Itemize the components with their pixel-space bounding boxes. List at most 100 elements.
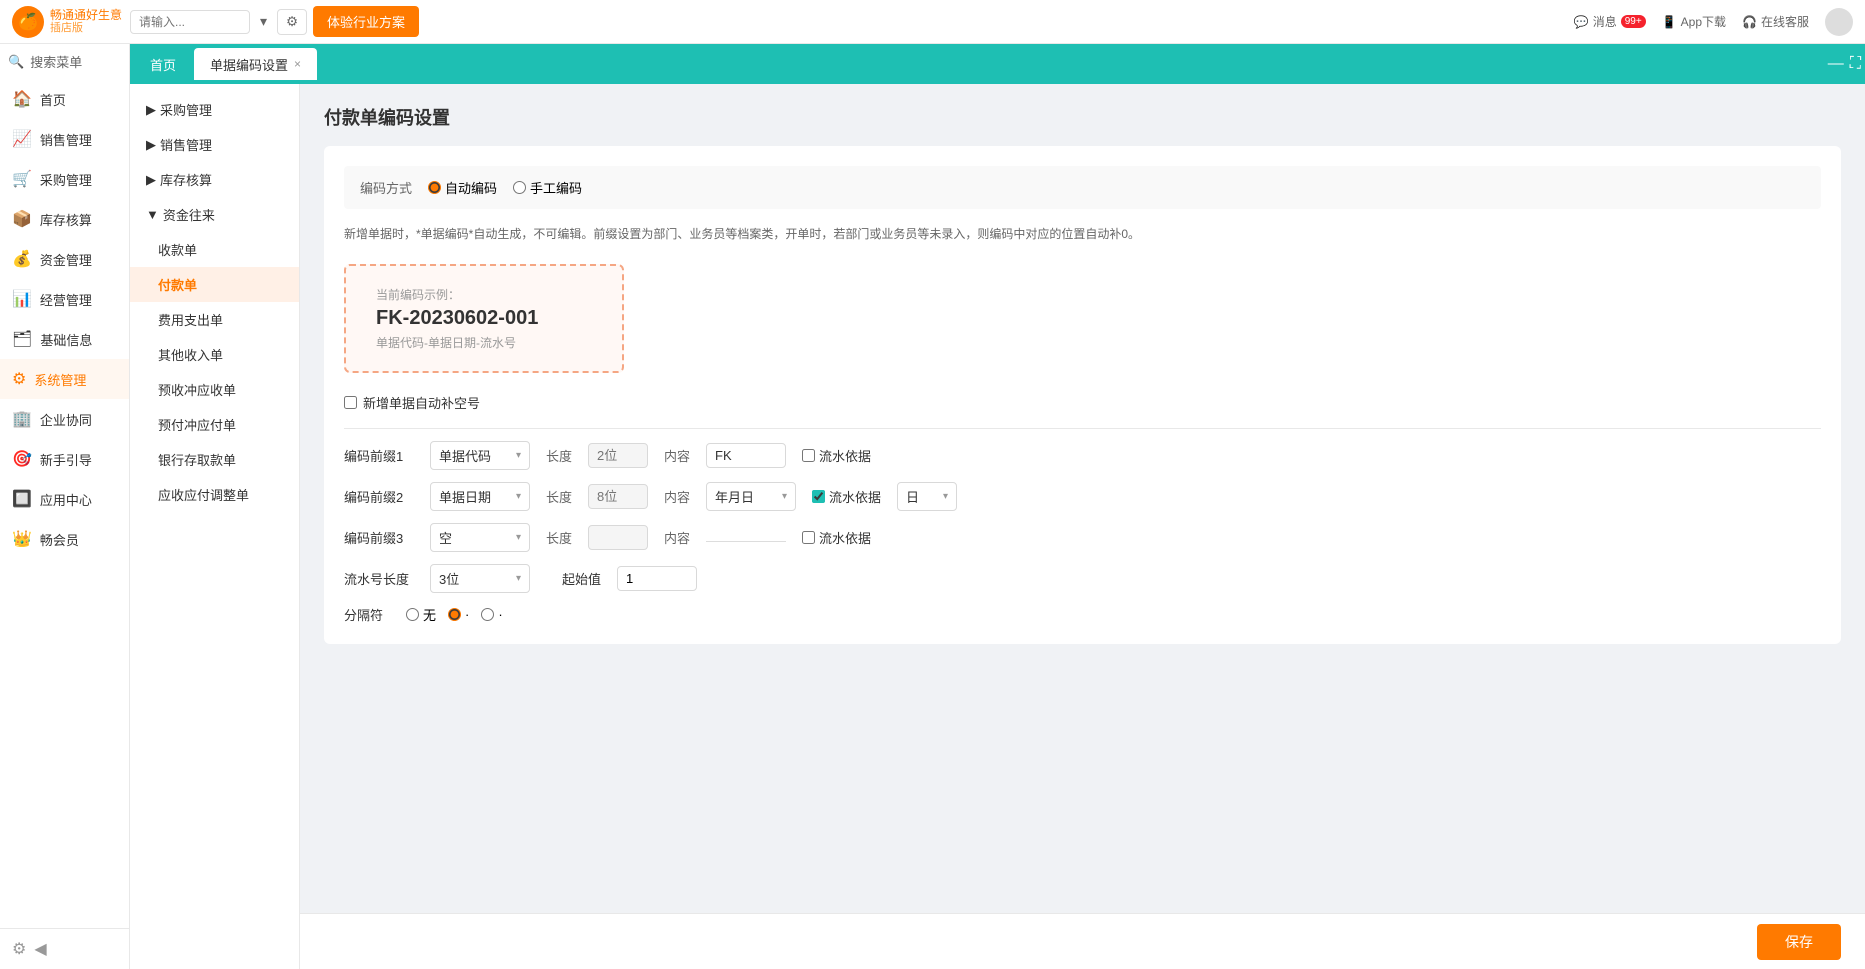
sub-nav-header-inventory[interactable]: ▶ 库存核算	[130, 162, 299, 197]
trial-btn[interactable]: 体验行业方案	[313, 6, 419, 37]
auto-fill-row[interactable]: 新增单据自动补空号	[344, 393, 1821, 412]
start-value-input[interactable]	[617, 566, 697, 591]
separator-dot-radio[interactable]	[481, 608, 494, 621]
prefix3-content-empty	[706, 533, 786, 542]
prefix3-select[interactable]: 空 ▾	[430, 523, 530, 552]
prefix1-serial-check[interactable]	[802, 449, 815, 462]
sidebar-item-apps[interactable]: 🔲 应用中心	[0, 479, 129, 519]
messages-badge: 99+	[1621, 15, 1646, 28]
encoding-method-row: 编码方式 自动编码 手工编码	[344, 166, 1821, 209]
prefix1-content-label: 内容	[664, 446, 690, 465]
sidebar-settings-btn[interactable]: ⚙	[12, 939, 26, 959]
tab-close-btn[interactable]: ×	[294, 57, 301, 71]
app-icon: 📱	[1662, 15, 1677, 29]
sidebar-bottom: ⚙ ◀	[0, 928, 129, 969]
tab-current[interactable]: 单据编码设置 ×	[194, 48, 317, 80]
sub-nav-payment[interactable]: 付款单	[130, 267, 299, 302]
sub-nav-prepay-payable[interactable]: 预付冲应付单	[130, 407, 299, 442]
serial-length-select[interactable]: 3位 ▾	[430, 564, 530, 593]
main-layout: 🔍 搜索菜单 🏠 首页 📈 销售管理 🛒 采购管理 📦 库存核算 💰 资金管理 …	[0, 44, 1865, 969]
prefix1-row: 编码前缀1 单据代码 ▾ 长度 内容 FK	[344, 441, 1821, 470]
prefix1-label: 编码前缀1	[344, 446, 414, 465]
serial-row: 流水号长度 3位 ▾ 起始值	[344, 564, 1821, 593]
operations-icon: 📊	[12, 289, 32, 309]
prefix2-serial-unit-select[interactable]: 日 ▾	[897, 482, 957, 511]
separator-dash-option[interactable]: ·	[448, 607, 469, 622]
logo-area: 🍊 畅通通好生意 插店版	[12, 6, 122, 38]
sub-sidebar: ▶ 采购管理 ▶ 销售管理 ▶ 库存核算	[130, 84, 300, 969]
notice-text: 新增单据时，*单据编码*自动生成，不可编辑。前缀设置为部门、业务员等档案类，开单…	[344, 225, 1821, 244]
sub-nav-adjust[interactable]: 应收应付调整单	[130, 477, 299, 512]
prefix2-unit-arrow-icon: ▾	[943, 491, 948, 502]
auto-encode-option[interactable]: 自动编码	[428, 178, 497, 197]
manual-encode-radio[interactable]	[513, 181, 526, 194]
separator-dash-radio[interactable]	[448, 608, 461, 621]
sidebar-collapse-btn[interactable]: ◀	[34, 939, 46, 959]
tab-minimize-btn[interactable]: —	[1828, 55, 1844, 73]
sub-nav-other-income[interactable]: 其他收入单	[130, 337, 299, 372]
separator-none-radio[interactable]	[406, 608, 419, 621]
user-avatar[interactable]	[1825, 8, 1853, 36]
separator-none-option[interactable]: 无	[406, 605, 436, 624]
sub-nav-header-purchase[interactable]: ▶ 采购管理	[130, 92, 299, 127]
prefix1-serial-checkbox[interactable]: 流水依据	[802, 446, 871, 465]
sidebar-item-inventory[interactable]: 📦 库存核算	[0, 199, 129, 239]
purchase-icon: 🛒	[12, 169, 32, 189]
sidebar: 🔍 搜索菜单 🏠 首页 📈 销售管理 🛒 采购管理 📦 库存核算 💰 资金管理 …	[0, 44, 130, 969]
settings-btn[interactable]: ⚙	[277, 9, 307, 35]
sidebar-search[interactable]: 🔍 搜索菜单	[0, 44, 129, 79]
sub-nav-expense[interactable]: 费用支出单	[130, 302, 299, 337]
search-input[interactable]	[130, 10, 250, 34]
sidebar-item-sales[interactable]: 📈 销售管理	[0, 119, 129, 159]
manual-encode-option[interactable]: 手工编码	[513, 178, 582, 197]
prefix1-arrow-icon: ▾	[516, 450, 521, 461]
prefix3-serial-checkbox[interactable]: 流水依据	[802, 528, 871, 547]
sidebar-item-system[interactable]: ⚙ 系统管理	[0, 359, 129, 399]
sub-nav-capital: ▼ 资金往来 收款单 付款单 费用支出单 其他收入单	[130, 197, 299, 512]
sub-nav-header-sales[interactable]: ▶ 销售管理	[130, 127, 299, 162]
chevron-right-icon-3: ▶	[146, 172, 156, 188]
dropdown-btn[interactable]: ▾	[256, 9, 271, 34]
sidebar-item-enterprise[interactable]: 🏢 企业协同	[0, 399, 129, 439]
guide-icon: 🎯	[12, 449, 32, 469]
sidebar-item-guide[interactable]: 🎯 新手引导	[0, 439, 129, 479]
prefix1-select[interactable]: 单据代码 ▾	[430, 441, 530, 470]
sub-nav-sales: ▶ 销售管理	[130, 127, 299, 162]
save-button[interactable]: 保存	[1757, 924, 1841, 960]
code-preview-value: FK-20230602-001	[376, 307, 592, 330]
chevron-right-icon: ▶	[146, 102, 156, 118]
system-icon: ⚙	[12, 369, 26, 389]
sub-nav-inventory: ▶ 库存核算	[130, 162, 299, 197]
prefix1-length-input	[588, 443, 648, 468]
separator-dot-option[interactable]: ·	[481, 607, 502, 622]
sub-nav-bank[interactable]: 银行存取款单	[130, 442, 299, 477]
auto-encode-radio[interactable]	[428, 181, 441, 194]
auto-fill-checkbox[interactable]	[344, 396, 357, 409]
sidebar-item-finance[interactable]: 💰 资金管理	[0, 239, 129, 279]
prefix2-serial-check[interactable]	[812, 490, 825, 503]
sidebar-item-purchase[interactable]: 🛒 采购管理	[0, 159, 129, 199]
finance-icon: 💰	[12, 249, 32, 269]
sub-nav-receipt[interactable]: 收款单	[130, 232, 299, 267]
sidebar-item-operations[interactable]: 📊 经营管理	[0, 279, 129, 319]
main-wrapper: 付款单编码设置 编码方式 自动编码	[300, 84, 1865, 969]
sidebar-item-home[interactable]: 🏠 首页	[0, 79, 129, 119]
prefix2-serial-checkbox[interactable]: 流水依据	[812, 487, 881, 506]
sub-nav-header-capital[interactable]: ▼ 资金往来	[130, 197, 299, 232]
messages-btn[interactable]: 💬 消息 99+	[1574, 13, 1646, 30]
sales-icon: 📈	[12, 129, 32, 149]
prefix3-serial-check[interactable]	[802, 531, 815, 544]
prefix2-select[interactable]: 单据日期 ▾	[430, 482, 530, 511]
online-service-btn[interactable]: 🎧 在线客服	[1742, 13, 1809, 30]
tab-maximize-btn[interactable]: ⛶	[1850, 55, 1861, 73]
tab-bar: 首页 单据编码设置 × — ⛶	[130, 44, 1865, 84]
prefix3-row: 编码前缀3 空 ▾ 长度 内容 流水依据	[344, 523, 1821, 552]
app-download-btn[interactable]: 📱 App下载	[1662, 13, 1726, 30]
page-body: ▶ 采购管理 ▶ 销售管理 ▶ 库存核算	[130, 84, 1865, 969]
sub-nav-prepay-receivable[interactable]: 预收冲应收单	[130, 372, 299, 407]
prefix2-content-select[interactable]: 年月日 ▾	[706, 482, 796, 511]
sidebar-item-basics[interactable]: 🗂 基础信息	[0, 319, 129, 359]
tab-home[interactable]: 首页	[134, 48, 192, 80]
logo-icon: 🍊	[12, 6, 44, 38]
sidebar-item-member[interactable]: 👑 畅会员	[0, 519, 129, 559]
